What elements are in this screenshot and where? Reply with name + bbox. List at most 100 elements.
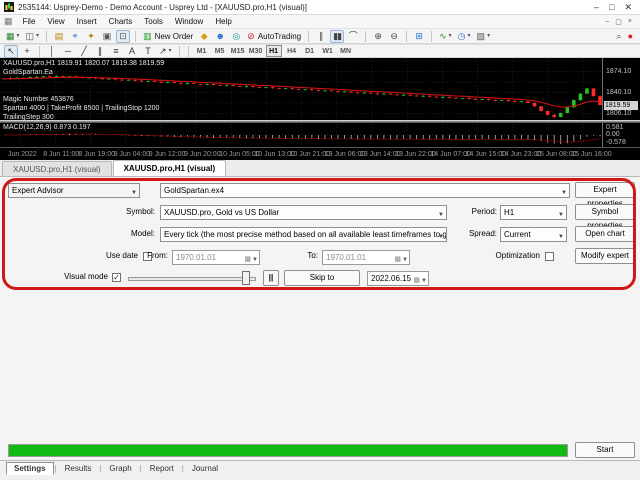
text-label-button[interactable]: T	[141, 45, 155, 58]
community-button[interactable]: ☻	[213, 30, 227, 43]
from-date-field[interactable]: 1970.01.01 ▦ ▼	[172, 250, 260, 265]
periods-button[interactable]: ◷ ▾	[456, 30, 473, 43]
vertical-line-button[interactable]: │	[45, 45, 59, 58]
calendar-icon: ▦	[394, 256, 401, 263]
macd-axis-label: -0.578	[606, 139, 626, 146]
fibonacci-button[interactable]: ≡	[109, 45, 123, 58]
menu-window[interactable]: Window	[169, 17, 209, 26]
maximize-icon[interactable]: □	[609, 2, 614, 12]
website-icon: ◎	[232, 30, 241, 41]
menu-bar: ▦ File View Insert Charts Tools Window Help – …	[0, 15, 640, 28]
autotrading-button[interactable]: ⊘ AutoTrading	[245, 30, 303, 43]
metaeditor-button[interactable]: ◆	[197, 30, 211, 43]
chart-bars-button[interactable]: ∥	[314, 30, 328, 43]
chart-tab-1[interactable]: XAUUSD.pro,H1 (visual)	[2, 161, 112, 176]
slider-thumb[interactable]	[242, 271, 250, 285]
mdi-restore-icon[interactable]: ▢	[615, 18, 622, 26]
chart-line-icon: ⌒	[348, 30, 358, 41]
new-chart-button[interactable]: ▦ ▾	[4, 30, 22, 43]
templates-button[interactable]: ▨ ▾	[475, 30, 493, 43]
skip-date-field[interactable]: 2022.06.15 ▦ ▼	[367, 271, 429, 286]
profiles-button[interactable]: ◫ ▾	[24, 30, 42, 43]
tab-results[interactable]: Results	[58, 463, 99, 474]
expert-type-combo[interactable]: Expert Advisor ▼	[8, 183, 140, 198]
time-axis-label: 15 Jun 16:00	[571, 151, 612, 158]
cursor-button[interactable]: ↖	[4, 44, 18, 58]
menu-help[interactable]: Help	[209, 17, 237, 26]
price-axis-label: 1840.10	[606, 89, 632, 96]
to-date-field[interactable]: 1970.01.01 ▦ ▼	[322, 250, 410, 265]
pause-button[interactable]: ||	[263, 270, 279, 286]
tab-report[interactable]: Report	[143, 463, 181, 474]
chart-area[interactable]: 1874.10 1840.10 1819.59 1806.10 0.581 0.…	[0, 58, 640, 160]
notifications-icon[interactable]: ●	[628, 31, 633, 41]
horizontal-line-button[interactable]: ─	[61, 45, 75, 58]
strategy-tester-button[interactable]: ⊡	[116, 29, 131, 43]
timeframe-h1-button[interactable]: H1	[265, 45, 282, 57]
model-combo[interactable]: Every tick (the most precise method base…	[160, 227, 447, 242]
new-order-button[interactable]: ▥ New Order	[141, 30, 195, 43]
menu-file[interactable]: File	[17, 17, 42, 26]
spread-combo[interactable]: Current ▼	[500, 227, 567, 242]
menu-tools[interactable]: Tools	[138, 17, 169, 26]
search-icon[interactable]: ⌕	[617, 31, 622, 42]
close-icon[interactable]: ✕	[624, 2, 632, 12]
new-order-label: New Order	[154, 31, 194, 41]
chart-tab-2[interactable]: XAUUSD.pro,H1 (visual)	[112, 160, 227, 176]
minimize-icon[interactable]: –	[594, 2, 599, 12]
timeframe-h4-button[interactable]: H4	[284, 45, 300, 57]
menu-charts[interactable]: Charts	[103, 17, 139, 26]
start-button[interactable]: Start	[575, 442, 635, 458]
chart-tab-bar: XAUUSD.pro,H1 (visual) XAUUSD.pro,H1 (vis…	[0, 160, 640, 177]
skip-to-button[interactable]: Skip to	[284, 270, 360, 286]
period-combo[interactable]: H1 ▼	[500, 205, 567, 220]
timeframe-mn-button[interactable]: MN	[338, 45, 354, 57]
tab-settings[interactable]: Settings	[6, 462, 54, 475]
tab-graph[interactable]: Graph	[102, 463, 138, 474]
symbol-properties-button[interactable]: Symbol properties	[575, 204, 635, 230]
indicators-button[interactable]: ∿ ▾	[437, 30, 454, 43]
chart-candles-button[interactable]: ▮▮	[330, 29, 345, 43]
text-button[interactable]: A	[125, 45, 139, 58]
timeframe-m5-button[interactable]: M5	[212, 45, 228, 57]
timeframe-d1-button[interactable]: D1	[302, 45, 318, 57]
website-button[interactable]: ◎	[229, 30, 243, 43]
time-axis-label: Jun 2022	[8, 151, 37, 158]
visual-speed-slider[interactable]	[128, 277, 256, 281]
crosshair-button[interactable]: +	[20, 45, 34, 58]
spread-label: Spread:	[468, 229, 497, 238]
terminal-icon: ▣	[102, 30, 112, 41]
timeframe-m30-button[interactable]: M30	[248, 45, 264, 57]
modify-expert-button[interactable]: Modify expert	[575, 248, 635, 264]
arrows-button[interactable]: ↗ ▾	[157, 45, 174, 58]
menu-view[interactable]: View	[41, 17, 70, 26]
expert-file-combo[interactable]: GoldSpartan.ex4 ▼	[160, 183, 570, 198]
tab-journal[interactable]: Journal	[185, 463, 225, 474]
symbol-combo[interactable]: XAUUSD.pro, Gold vs US Dollar ▼	[160, 205, 447, 220]
calendar-icon: ▦	[244, 256, 251, 263]
channel-button[interactable]: ∥	[93, 45, 107, 58]
terminal-button[interactable]: ▣	[100, 30, 114, 43]
open-chart-button[interactable]: Open chart	[575, 226, 635, 242]
timeframe-w1-button[interactable]: W1	[320, 45, 336, 57]
mdi-close-icon[interactable]: ×	[628, 18, 632, 26]
data-window-button[interactable]: ⌖	[68, 30, 82, 43]
visual-mode-checkbox[interactable]: ✓	[112, 273, 121, 282]
zoom-out-button[interactable]: ⊖	[387, 30, 401, 43]
chart-line-button[interactable]: ⌒	[346, 30, 360, 43]
optimization-checkbox[interactable]	[545, 252, 554, 261]
trendline-icon: ╱	[81, 45, 87, 56]
trendline-button[interactable]: ╱	[77, 45, 91, 58]
zoom-in-button[interactable]: ⊕	[371, 30, 385, 43]
menu-insert[interactable]: Insert	[71, 17, 103, 26]
tile-windows-button[interactable]: ⊞	[412, 30, 426, 43]
current-price-tag: 1819.59	[604, 101, 638, 110]
expert-properties-button[interactable]: Expert properties	[575, 182, 635, 208]
timeframe-m1-button[interactable]: M1	[194, 45, 210, 57]
market-watch-button[interactable]: ▤	[52, 30, 66, 43]
mdi-minimize-icon[interactable]: –	[605, 18, 609, 26]
fibonacci-icon: ≡	[113, 45, 119, 56]
timeframe-m15-button[interactable]: M15	[230, 45, 246, 57]
navigator-button[interactable]: ✦	[84, 30, 98, 43]
zoom-in-icon: ⊕	[374, 30, 382, 41]
